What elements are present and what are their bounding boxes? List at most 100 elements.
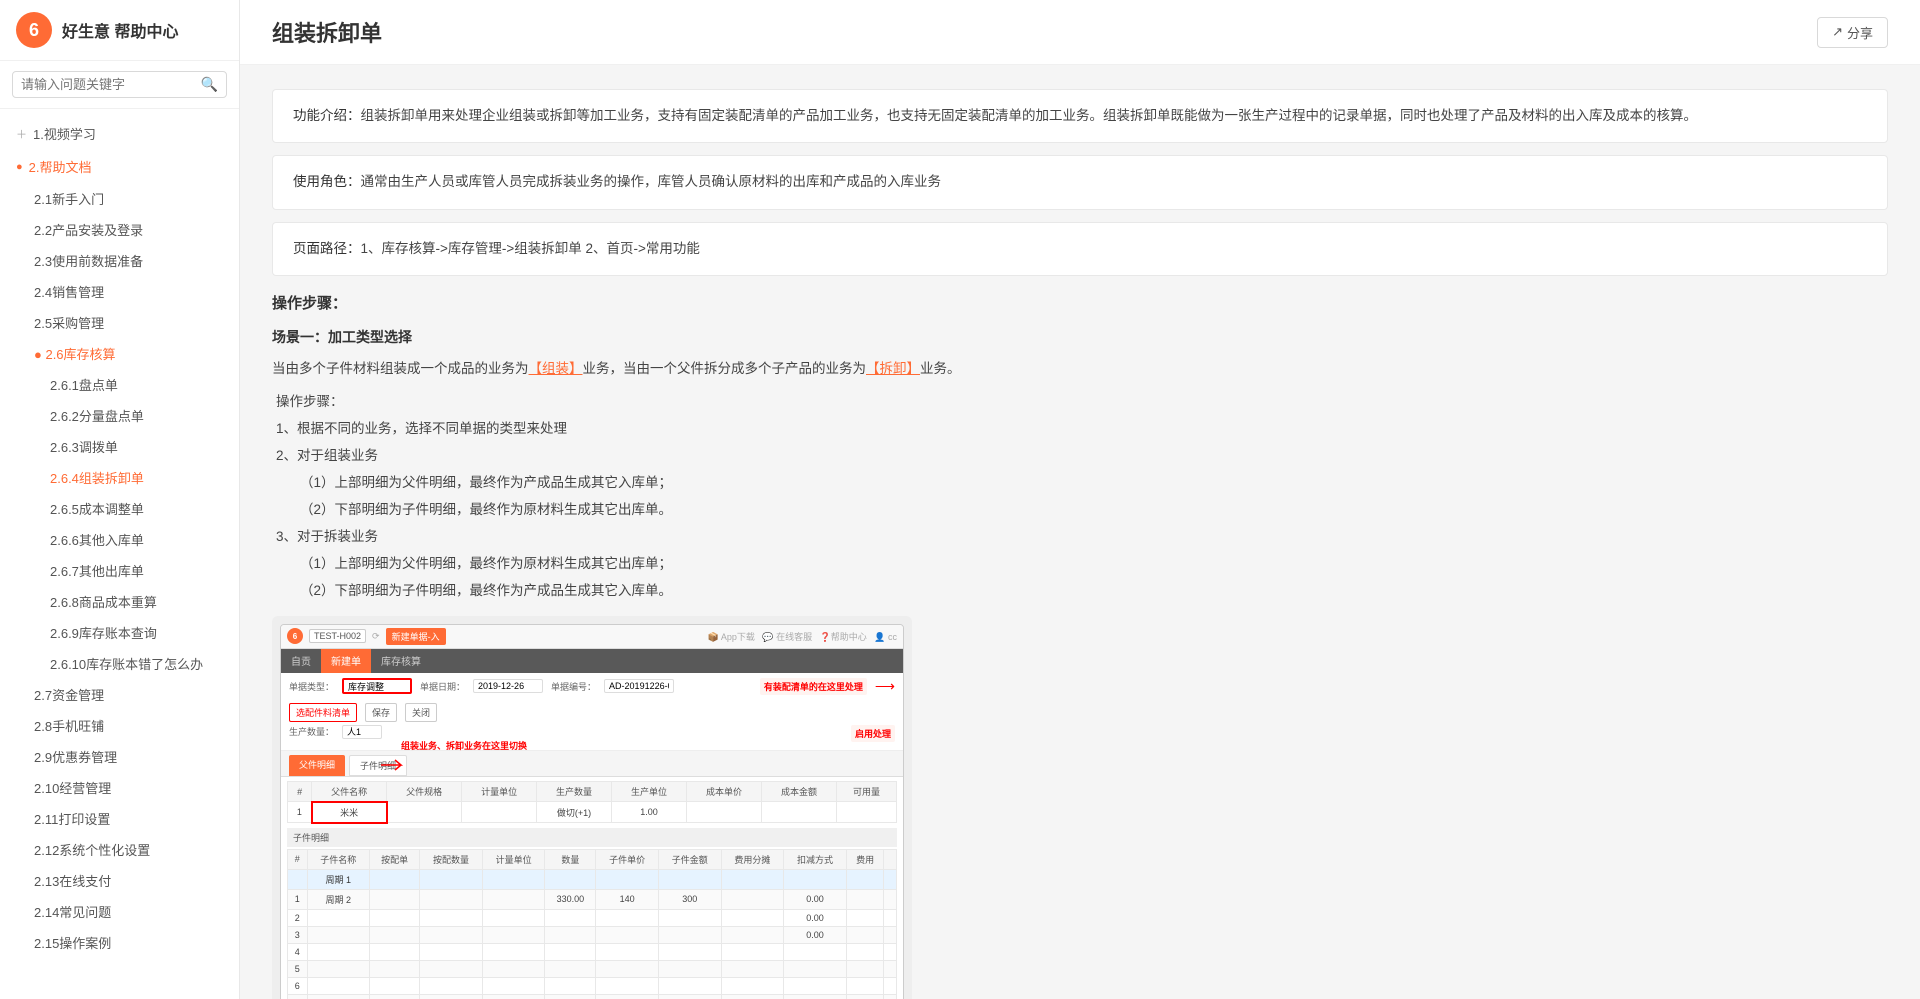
path-label: 页面路径： xyxy=(293,241,361,256)
table-row: 1 周期 2 330.00140300 0.00 xyxy=(288,889,897,909)
ss-nav-home[interactable]: 自贡 xyxy=(281,649,321,673)
th-prod-qty: 生产数量 xyxy=(537,781,612,802)
sidebar-item-2-6-6[interactable]: 2.6.6其他入库单 xyxy=(0,524,239,555)
ss-new-btn[interactable]: 新建单据-入 xyxy=(386,628,446,645)
table-row: 5 xyxy=(288,960,897,977)
sidebar-item-inventory[interactable]: ● 2.6库存核算 xyxy=(0,338,239,369)
table-row: 4 xyxy=(288,943,897,960)
td-prod-qty: 做切(+1) xyxy=(537,802,612,823)
sidebar-item-2-6-7[interactable]: 2.6.7其他出库单 xyxy=(0,555,239,586)
ss-nav-inventory[interactable]: 库存核算 xyxy=(371,649,431,673)
ss-date-input[interactable] xyxy=(473,679,543,693)
td-prod-unit: 1.00 xyxy=(612,802,687,823)
th-unit: 计量单位 xyxy=(462,781,537,802)
sidebar-item-2-6-3[interactable]: 2.6.3调拨单 xyxy=(0,431,239,462)
th-name: 父件名称 xyxy=(312,781,387,802)
sidebar-item-2-6-9[interactable]: 2.6.9库存账本查询 xyxy=(0,617,239,648)
sidebar-item-2-6-1[interactable]: 2.6.1盘点单 xyxy=(0,369,239,400)
table-row: 20.00 xyxy=(288,909,897,926)
sth-alloc: 费用分摊 xyxy=(721,849,784,869)
ss-navbar: 自贡 新建单 库存核算 xyxy=(281,649,903,673)
ss-close-btn[interactable]: 关闭 xyxy=(405,703,437,722)
sth-fee: 费用 xyxy=(846,849,884,869)
sth-qty: 数量 xyxy=(545,849,596,869)
ss-tab-parent[interactable]: 父件明细 xyxy=(289,755,345,776)
role-block: 使用角色：通常由生产人员或库管人员完成拆装业务的操作，库管人员确认原材料的出库和… xyxy=(272,155,1888,209)
step1: 1、根据不同的业务，选择不同单据的类型来处理 xyxy=(272,415,1888,442)
app-title: 好生意 帮助中心 xyxy=(62,18,178,42)
sidebar-item-2-6-2[interactable]: 2.6.2分量盘点单 xyxy=(0,400,239,431)
td-cost-amt xyxy=(761,802,836,823)
sidebar-item-2-9[interactable]: 2.9优惠券管理 xyxy=(0,741,239,772)
th-prod-unit: 生产单位 xyxy=(612,781,687,802)
page-title: 组装拆卸单 xyxy=(272,16,382,48)
sth-unit: 计量单位 xyxy=(482,849,545,869)
chevron-icon-help: ● xyxy=(16,161,23,173)
sidebar-item-help-label: 2.帮助文档 xyxy=(29,157,92,176)
ss-sub-header: 子件明细 xyxy=(287,828,897,847)
search-area: 🔍 xyxy=(0,61,239,109)
ss-bom-btn[interactable]: 选配件料清单 xyxy=(289,703,357,722)
sidebar-item-2-6-5[interactable]: 2.6.5成本调整单 xyxy=(0,493,239,524)
ss-refresh-icon: ⟳ xyxy=(372,631,380,642)
sidebar-item-video[interactable]: ＋ 1.视频学习 xyxy=(0,117,239,150)
table-row: 周期 1 xyxy=(288,869,897,889)
sidebar-item-2-10[interactable]: 2.10经营管理 xyxy=(0,772,239,803)
sidebar-item-2-15[interactable]: 2.15操作案例 xyxy=(0,927,239,958)
th-cost-amt: 成本金额 xyxy=(761,781,836,802)
sidebar-item-2-6-8[interactable]: 2.6.8商品成本重算 xyxy=(0,586,239,617)
td-unit xyxy=(462,802,537,823)
ss-tab-section: 父件明细 子件明细 组装业务、拆卸业务在这里切换 xyxy=(281,751,903,777)
td-avail xyxy=(836,802,896,823)
sidebar-item-2-6-10[interactable]: 2.6.10库存账本错了怎么办 xyxy=(0,648,239,679)
ss-save-btn[interactable]: 保存 xyxy=(365,703,397,722)
sidebar-item-purchase[interactable]: 2.5采购管理 xyxy=(0,307,239,338)
td-cost-price xyxy=(687,802,762,823)
disassemble-highlight: 【拆卸】 xyxy=(866,361,920,376)
role-label: 使用角色： xyxy=(293,174,361,189)
step2-sub2: （2）下部明细为子件明细，最终作为原材料生成其它出库单。 xyxy=(272,496,1888,523)
sth-price: 子件单价 xyxy=(596,849,659,869)
ss-logo: 6 xyxy=(287,628,303,644)
step3-sub1: （1）上部明细为父件明细，最终作为原材料生成其它出库单； xyxy=(272,550,1888,577)
path-block: 页面路径：1、库存核算->库存管理->组装拆卸单 2、首页->常用功能 xyxy=(272,222,1888,276)
ss-nav-new[interactable]: 新建单 xyxy=(321,649,371,673)
share-button[interactable]: ↗ 分享 xyxy=(1817,17,1888,48)
ss-arrow1: ⟶ xyxy=(875,678,895,695)
ss-no-input[interactable] xyxy=(604,679,674,693)
app-logo: 6 xyxy=(16,12,52,48)
sidebar-item-2-8[interactable]: 2.8手机旺铺 xyxy=(0,710,239,741)
sidebar-item-2-6-4[interactable]: 2.6.4组装拆卸单 xyxy=(0,462,239,493)
ss-tab-bar: 父件明细 子件明细 xyxy=(281,751,903,777)
ss-qty-input[interactable] xyxy=(342,725,382,739)
scene1-desc: 当由多个子件材料组装成一个成品的业务为【组装】业务，当由一个父件拆分成多个子产品… xyxy=(272,355,1888,382)
sidebar-item-video-label: 1.视频学习 xyxy=(33,124,96,143)
sidebar-item-newbie[interactable]: 2.1新手入门 xyxy=(0,183,239,214)
sidebar-item-2-14[interactable]: 2.14常见问题 xyxy=(0,896,239,927)
step2-sub1: （1）上部明细为父件明细，最终作为产成品生成其它入库单； xyxy=(272,469,1888,496)
td-num: 1 xyxy=(288,802,312,823)
sidebar-item-sales[interactable]: 2.4销售管理 xyxy=(0,276,239,307)
td-name: 米米 xyxy=(312,802,387,823)
search-input[interactable] xyxy=(21,77,201,92)
ss-sub-table: # 子件名称 按配单 按配数量 计量单位 数量 子件单价 子件金额 费用分摊 扣… xyxy=(287,849,897,999)
th-cost-price: 成本单价 xyxy=(687,781,762,802)
ss-no-label: 单据编号： xyxy=(551,680,596,693)
sth-deduct: 扣减方式 xyxy=(784,849,847,869)
sidebar-item-2-7[interactable]: 2.7资金管理 xyxy=(0,679,239,710)
ss-type-input[interactable] xyxy=(342,678,412,694)
assemble-highlight: 【组装】 xyxy=(529,361,583,376)
ss-sub-table-wrap: 子件明细 # 子件名称 按配单 按配数量 计量单位 数量 子件单价 xyxy=(281,828,903,999)
sidebar-item-2-13[interactable]: 2.13在线支付 xyxy=(0,865,239,896)
sidebar-item-2-12[interactable]: 2.12系统个性化设置 xyxy=(0,834,239,865)
role-text: 通常由生产人员或库管人员完成拆装业务的操作，库管人员确认原材料的出库和产成品的入… xyxy=(361,174,942,189)
sidebar-item-install[interactable]: 2.2产品安装及登录 xyxy=(0,214,239,245)
sidebar-item-help[interactable]: ● 2.帮助文档 2.1新手入门 2.2产品安装及登录 2.3使用前数据准备 2… xyxy=(0,150,239,958)
sidebar-item-data-prep[interactable]: 2.3使用前数据准备 xyxy=(0,245,239,276)
main-header: 组装拆卸单 ↗ 分享 xyxy=(240,0,1920,65)
table-row: 1 米米 做切(+1) 1.00 xyxy=(288,802,897,823)
ss-annotation1-text: 有装配清单的在这里处理 xyxy=(760,678,867,695)
search-icon[interactable]: 🔍 xyxy=(201,76,218,93)
sidebar-item-2-11[interactable]: 2.11打印设置 xyxy=(0,803,239,834)
ss-company-select: TEST-H002 xyxy=(309,629,366,643)
